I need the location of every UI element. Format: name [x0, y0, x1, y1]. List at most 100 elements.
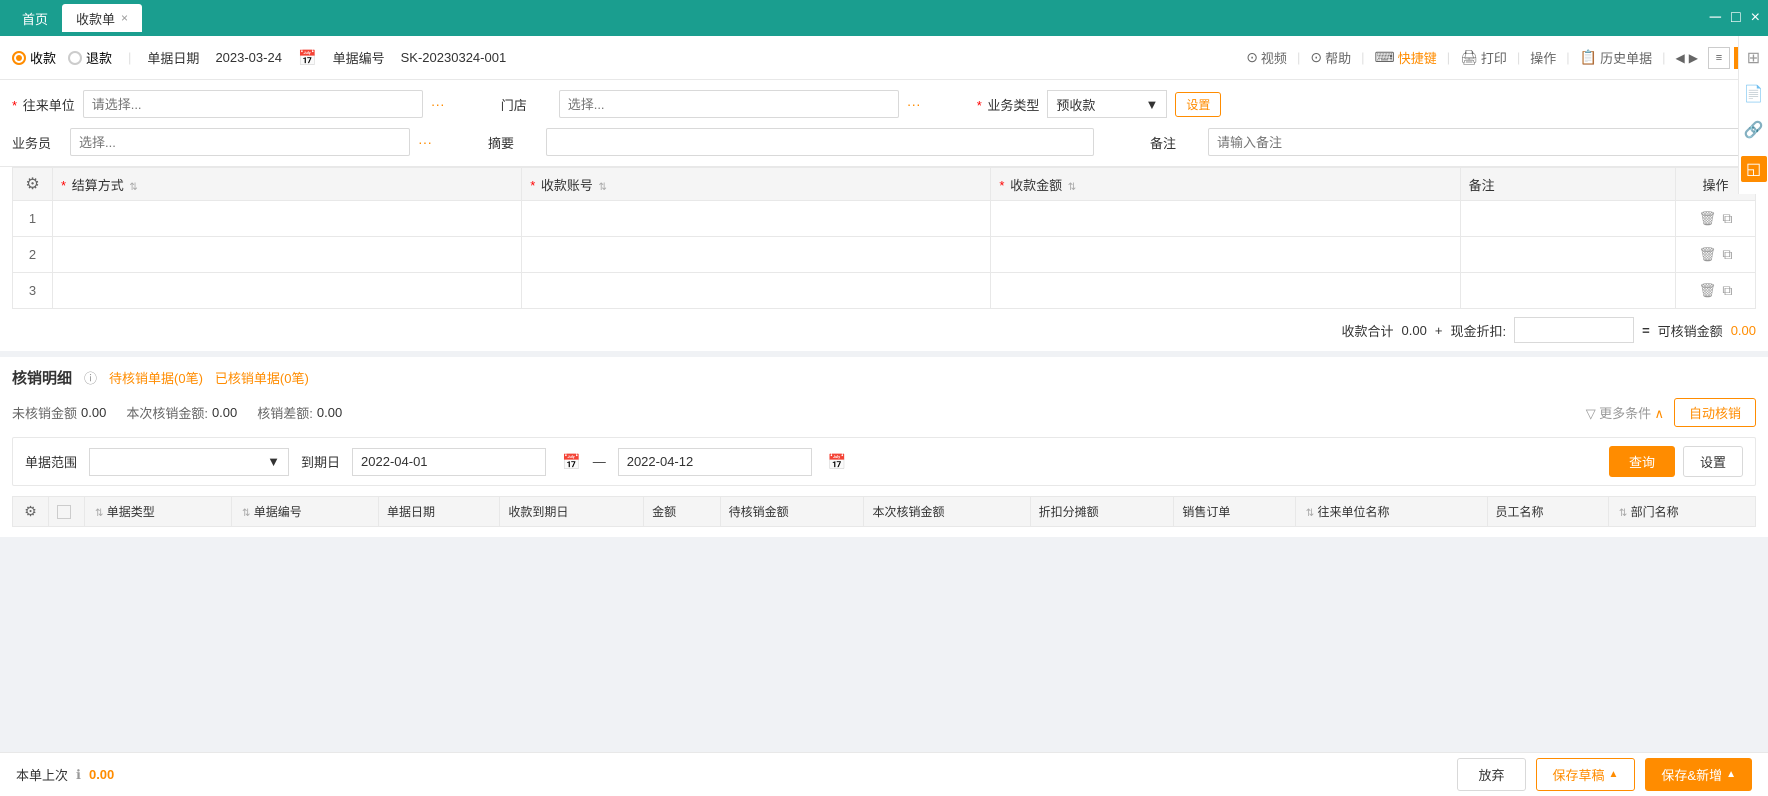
copy-icon-1[interactable]: ⧉ — [1722, 210, 1732, 227]
account-cell-1[interactable] — [522, 201, 991, 237]
nav-prev-btn[interactable]: ◀ — [1676, 51, 1685, 65]
nav-next-btn[interactable]: ▶ — [1689, 51, 1698, 65]
maximize-icon[interactable]: □ — [1731, 9, 1741, 27]
close-icon[interactable]: × — [1751, 9, 1760, 27]
counterpart-more-btn[interactable]: ··· — [431, 96, 445, 112]
amount-cell-1[interactable] — [991, 201, 1460, 237]
pending-tab[interactable]: 待核销单据(0笔) — [109, 368, 203, 387]
reconcile-info-icon[interactable]: ⓘ — [84, 368, 97, 387]
staff-more-btn[interactable]: ··· — [418, 134, 432, 150]
staff-label: 业务员 — [12, 133, 62, 152]
store-input[interactable] — [559, 90, 899, 118]
save-new-label: 保存&新增 — [1661, 765, 1722, 784]
sidebar-grid-icon[interactable]: ⊞ — [1747, 48, 1760, 68]
account-cell-2[interactable] — [522, 237, 991, 273]
footer-info-icon[interactable]: ℹ — [76, 767, 81, 783]
current-value: 0.00 — [212, 405, 237, 420]
bottom-table-settings-icon[interactable]: ⚙ — [24, 503, 37, 519]
radio-refund[interactable]: 退款 — [68, 48, 112, 67]
range-select[interactable]: ▼ — [89, 448, 289, 476]
tab-receipt-label: 收款单 — [76, 9, 115, 28]
notes-cell-2[interactable] — [1460, 237, 1675, 273]
sidebar-expand-icon[interactable]: ◱ — [1741, 156, 1767, 182]
select-all-checkbox[interactable] — [57, 505, 71, 519]
copy-icon-3[interactable]: ⧉ — [1722, 282, 1732, 299]
shortcut-btn[interactable]: ⌨ 快捷键 — [1374, 48, 1436, 67]
action-cell-2: 🗑 ⧉ — [1676, 237, 1756, 273]
plus-sign: + — [1435, 323, 1443, 338]
table-row: 1 🗑 ⧉ — [13, 201, 1756, 237]
operations-btn[interactable]: 操作 — [1530, 48, 1556, 67]
th-discount: 折扣分摊额 — [1030, 497, 1174, 527]
save-new-btn[interactable]: 保存&新增 ▲ — [1645, 758, 1752, 791]
more-conditions-btn[interactable]: ▽ 更多条件 ∧ — [1586, 403, 1664, 422]
history-btn[interactable]: 📋 历史单据 — [1580, 48, 1652, 67]
list-view-icon[interactable]: ≡ — [1708, 47, 1730, 69]
tab-home[interactable]: 首页 — [8, 4, 62, 32]
summary-label: 摘要 — [488, 133, 538, 152]
table-settings-icon[interactable]: ⚙ — [25, 176, 39, 193]
query-btn[interactable]: 查询 — [1609, 446, 1675, 477]
discard-btn[interactable]: 放弃 — [1457, 758, 1525, 791]
settlement-cell-3[interactable] — [53, 273, 522, 309]
tab-close-icon[interactable]: × — [121, 11, 128, 25]
done-tab[interactable]: 已核销单据(0笔) — [215, 368, 309, 387]
footer-value: 0.00 — [89, 767, 114, 782]
notes-cell-3[interactable] — [1460, 273, 1675, 309]
delete-icon-2[interactable]: 🗑 — [1699, 246, 1717, 263]
reconcile-header: 核销明细 ⓘ 待核销单据(0笔) 已核销单据(0笔) — [12, 367, 1756, 388]
window-controls: ─ □ × — [1710, 9, 1760, 27]
calendar-to-icon[interactable]: 📅 — [828, 453, 847, 471]
amount-cell-3[interactable] — [991, 273, 1460, 309]
auto-reconcile-btn[interactable]: 自动核销 — [1674, 398, 1756, 427]
help-btn[interactable]: ⊙ 帮助 — [1310, 48, 1351, 67]
form-settings-btn[interactable]: 设置 — [1175, 92, 1221, 117]
tab-receipt[interactable]: 收款单 × — [62, 4, 142, 32]
current-stat: 本次核销金额: 0.00 — [126, 403, 237, 422]
discount-input[interactable] — [1514, 317, 1634, 343]
amount-cell-2[interactable] — [991, 237, 1460, 273]
radio-refund-dot — [68, 51, 82, 65]
settlement-cell-1[interactable] — [53, 201, 522, 237]
settlement-cell-2[interactable] — [53, 237, 522, 273]
sidebar-link-icon[interactable]: 🔗 — [1744, 120, 1764, 140]
save-new-chevron-icon: ▲ — [1726, 769, 1736, 780]
save-draft-btn[interactable]: 保存草稿 ▲ — [1536, 758, 1636, 791]
video-btn[interactable]: ⊙ 视频 — [1246, 48, 1287, 67]
calendar-icon[interactable]: 📅 — [298, 49, 317, 67]
due-date-label: 到期日 — [301, 452, 340, 471]
date-separator: — — [593, 454, 606, 469]
sidebar-doc-icon[interactable]: 📄 — [1744, 84, 1764, 104]
action-cell-1: 🗑 ⧉ — [1676, 201, 1756, 237]
th-sales-order: 销售订单 — [1174, 497, 1295, 527]
summary-input[interactable] — [546, 128, 1094, 156]
notes-input[interactable] — [1208, 128, 1756, 156]
delete-icon-3[interactable]: 🗑 — [1699, 282, 1717, 299]
diff-value: 0.00 — [317, 405, 342, 420]
staff-input[interactable] — [70, 128, 410, 156]
radio-receipt[interactable]: 收款 — [12, 48, 56, 67]
row-num-3: 3 — [13, 273, 53, 309]
help-icon: ⊙ — [1310, 49, 1322, 66]
minimize-icon[interactable]: ─ — [1710, 9, 1721, 27]
uncancelled-value: 0.00 — [81, 405, 106, 420]
store-more-btn[interactable]: ··· — [907, 96, 921, 112]
date-label: 单据日期 — [147, 48, 199, 67]
delete-icon-1[interactable]: 🗑 — [1699, 210, 1717, 227]
table-section: ⚙ * 结算方式 ⇅ * 收款账号 ⇅ * 收款金额 ⇅ — [0, 167, 1768, 309]
current-label: 本次核销金额: — [126, 403, 208, 422]
account-cell-3[interactable] — [522, 273, 991, 309]
print-btn[interactable]: 🖨 打印 — [1460, 48, 1507, 67]
video-label: 视频 — [1261, 48, 1287, 67]
date-from-input[interactable] — [352, 448, 546, 476]
history-label: 历史单据 — [1600, 48, 1652, 67]
business-type-select[interactable]: 预收款 ▼ — [1047, 90, 1167, 118]
notes-cell-1[interactable] — [1460, 201, 1675, 237]
date-to-input[interactable] — [618, 448, 812, 476]
counterpart-input[interactable] — [83, 90, 423, 118]
settings-btn[interactable]: 设置 — [1683, 446, 1743, 477]
calendar-from-icon[interactable]: 📅 — [562, 453, 581, 471]
date-filter-actions: 查询 设置 — [1609, 446, 1743, 477]
th-doc-type: ⇅ 单据类型 — [85, 497, 232, 527]
copy-icon-2[interactable]: ⧉ — [1722, 246, 1732, 263]
